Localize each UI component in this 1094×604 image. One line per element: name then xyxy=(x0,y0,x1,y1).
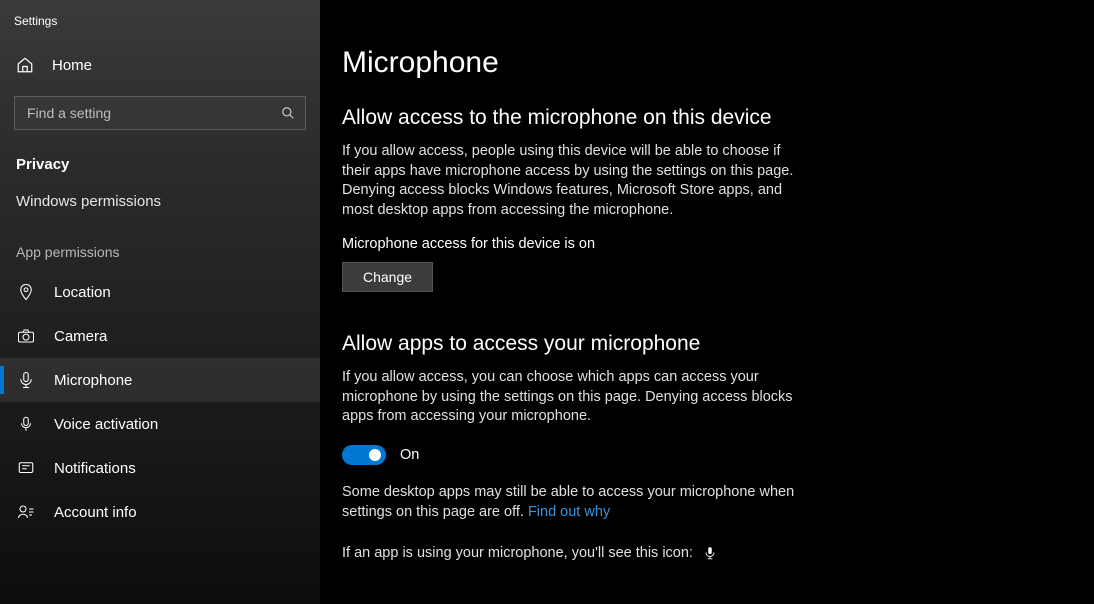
main-content: Microphone Allow access to the microphon… xyxy=(320,0,1094,604)
window-title: Settings xyxy=(0,10,320,46)
sidebar-item-label: Camera xyxy=(54,328,107,345)
toggle-knob xyxy=(369,449,381,461)
sidebar-item-label: Microphone xyxy=(54,372,132,389)
sidebar-item-label: Notifications xyxy=(54,460,136,477)
sidebar-item-label: Account info xyxy=(54,504,137,521)
sidebar-item-windows-permissions[interactable]: Windows permissions xyxy=(0,181,320,226)
find-out-why-link[interactable]: Find out why xyxy=(528,504,610,520)
sidebar-item-notifications[interactable]: Notifications xyxy=(0,446,320,490)
home-icon xyxy=(16,56,34,74)
search-wrap xyxy=(14,96,306,130)
search-input[interactable] xyxy=(14,96,306,130)
microphone-indicator-icon xyxy=(703,545,717,561)
page-title: Microphone xyxy=(342,46,1094,80)
section-body: If you allow access, you can choose whic… xyxy=(342,368,812,427)
sidebar-item-account-info[interactable]: Account info xyxy=(0,490,320,534)
app-access-toggle[interactable] xyxy=(342,445,386,465)
sidebar-item-voice-activation[interactable]: Voice activation xyxy=(0,402,320,446)
group-app-permissions: App permissions xyxy=(0,226,320,270)
sidebar-item-label: Voice activation xyxy=(54,416,158,433)
account-icon xyxy=(16,502,36,522)
indicator-line: If an app is using your microphone, you'… xyxy=(342,544,812,564)
sidebar-item-location[interactable]: Location xyxy=(0,270,320,314)
home-label: Home xyxy=(52,57,92,74)
section-heading-device-access: Allow access to the microphone on this d… xyxy=(342,106,1094,130)
sidebar-item-home[interactable]: Home xyxy=(0,46,320,84)
section-heading-app-access: Allow apps to access your microphone xyxy=(342,332,1094,356)
mic-access-status: Microphone access for this device is on xyxy=(342,236,1094,252)
microphone-icon xyxy=(16,370,36,390)
toggle-label: On xyxy=(400,447,419,463)
location-icon xyxy=(16,282,36,302)
sidebar-item-microphone[interactable]: Microphone xyxy=(0,358,320,402)
desktop-apps-note: Some desktop apps may still be able to a… xyxy=(342,483,812,522)
indicator-text: If an app is using your microphone, you'… xyxy=(342,545,693,561)
camera-icon xyxy=(16,326,36,346)
sidebar-item-label: Location xyxy=(54,284,111,301)
section-privacy: Privacy xyxy=(0,148,320,181)
notifications-icon xyxy=(16,458,36,478)
section-body: If you allow access, people using this d… xyxy=(342,142,812,220)
toggle-row: On xyxy=(342,445,1094,465)
voice-icon xyxy=(16,414,36,434)
sidebar: Settings Home Privacy Windows permission… xyxy=(0,0,320,604)
sidebar-item-camera[interactable]: Camera xyxy=(0,314,320,358)
change-button[interactable]: Change xyxy=(342,262,433,292)
